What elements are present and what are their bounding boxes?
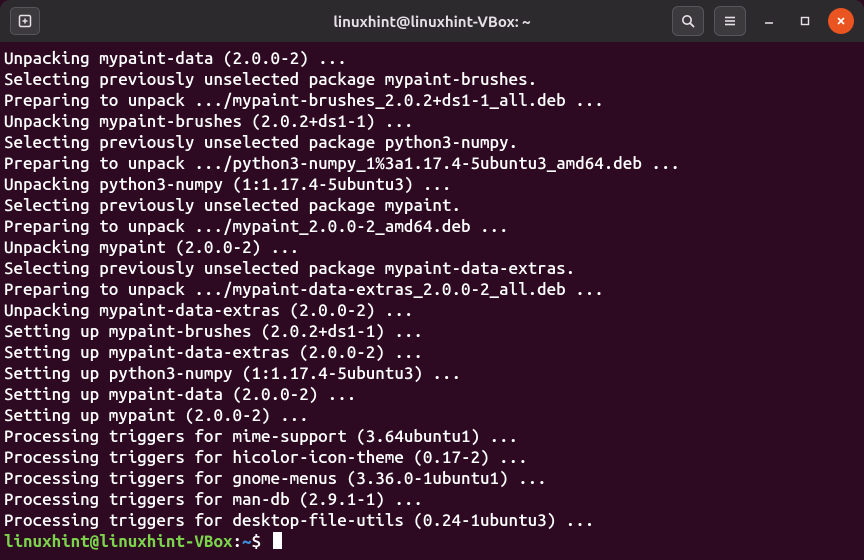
new-tab-icon	[17, 13, 33, 29]
output-lines: Unpacking mypaint-data (2.0.0-2) ...Sele…	[4, 48, 860, 531]
maximize-icon	[799, 15, 811, 27]
output-line: Unpacking mypaint-data-extras (2.0.0-2) …	[4, 300, 860, 321]
output-line: Selecting previously unselected package …	[4, 195, 860, 216]
output-line: Preparing to unpack .../mypaint_2.0.0-2_…	[4, 216, 860, 237]
hamburger-icon	[722, 13, 738, 29]
output-line: Setting up mypaint-data (2.0.0-2) ...	[4, 384, 860, 405]
output-line: Preparing to unpack .../mypaint-brushes_…	[4, 90, 860, 111]
terminal-window: linuxhint@linuxhint-VBox: ~	[0, 0, 864, 560]
titlebar: linuxhint@linuxhint-VBox: ~	[0, 0, 864, 42]
cursor	[273, 532, 282, 549]
output-line: Unpacking mypaint-brushes (2.0.2+ds1-1) …	[4, 111, 860, 132]
prompt-sep2: $	[252, 532, 262, 551]
close-icon	[835, 15, 847, 27]
search-icon	[680, 13, 696, 29]
output-line: Selecting previously unselected package …	[4, 69, 860, 90]
output-line: Unpacking mypaint (2.0.0-2) ...	[4, 237, 860, 258]
terminal-output[interactable]: Unpacking mypaint-data (2.0.0-2) ...Sele…	[0, 42, 864, 560]
output-line: Unpacking python3-numpy (1:1.17.4-5ubunt…	[4, 174, 860, 195]
prompt-line: linuxhint@linuxhint-VBox:~$	[4, 531, 860, 552]
output-line: Processing triggers for gnome-menus (3.3…	[4, 468, 860, 489]
titlebar-right	[672, 6, 854, 36]
output-line: Setting up mypaint-brushes (2.0.2+ds1-1)…	[4, 321, 860, 342]
close-button[interactable]	[828, 8, 854, 34]
output-line: Selecting previously unselected package …	[4, 132, 860, 153]
search-button[interactable]	[672, 6, 704, 36]
minimize-icon	[763, 15, 775, 27]
output-line: Setting up mypaint (2.0.0-2) ...	[4, 405, 860, 426]
output-line: Selecting previously unselected package …	[4, 258, 860, 279]
prompt-user-host: linuxhint@linuxhint-VBox	[4, 532, 232, 551]
titlebar-left	[10, 7, 40, 35]
output-line: Unpacking mypaint-data (2.0.0-2) ...	[4, 48, 860, 69]
output-line: Processing triggers for hicolor-icon-the…	[4, 447, 860, 468]
prompt-sep1: :	[232, 532, 242, 551]
output-line: Setting up python3-numpy (1:1.17.4-5ubun…	[4, 363, 860, 384]
hamburger-menu-button[interactable]	[714, 6, 746, 36]
output-line: Processing triggers for man-db (2.9.1-1)…	[4, 489, 860, 510]
output-line: Processing triggers for mime-support (3.…	[4, 426, 860, 447]
output-line: Setting up mypaint-data-extras (2.0.0-2)…	[4, 342, 860, 363]
output-line: Preparing to unpack .../python3-numpy_1%…	[4, 153, 860, 174]
maximize-button[interactable]	[792, 8, 818, 34]
prompt-path: ~	[242, 532, 252, 551]
new-tab-button[interactable]	[10, 7, 40, 35]
output-line: Preparing to unpack .../mypaint-data-ext…	[4, 279, 860, 300]
minimize-button[interactable]	[756, 8, 782, 34]
output-line: Processing triggers for desktop-file-uti…	[4, 510, 860, 531]
